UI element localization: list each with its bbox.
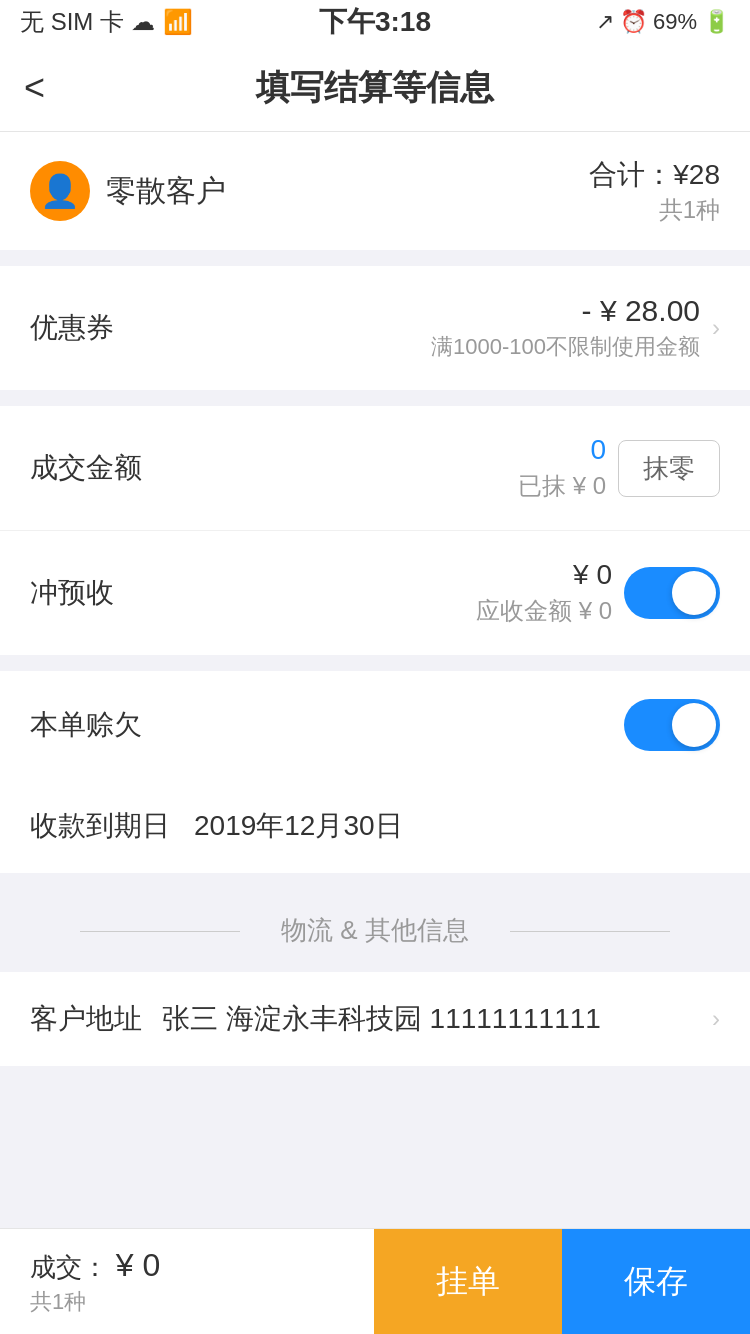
debit-toggle[interactable] [624,699,720,751]
pre-receive-values: ¥ 0 应收金额 ¥ 0 [476,559,612,627]
debit-right [624,699,720,751]
pre-receive-value: ¥ 0 [476,559,612,591]
due-date-label: 收款到期日 [30,807,170,845]
toggle-knob [672,571,716,615]
customer-name: 零散客户 [106,171,226,212]
address-section: 客户地址 张三 海淀永丰科技园 11111111111 › [0,972,750,1066]
pre-receive-right: ¥ 0 应收金额 ¥ 0 [476,559,720,627]
debit-section: 本单赊欠 收款到期日 2019年12月30日 [0,671,750,873]
customer-amount: 合计：¥28 [589,156,720,194]
status-left: 无 SIM 卡 ☁ 📶 [20,6,193,38]
deal-amount-label: 成交金额 [30,449,142,487]
deal-section: 成交金额 0 已抹 ¥ 0 抹零 冲预收 ¥ 0 应收金额 ¥ 0 [0,406,750,655]
coupon-label: 优惠券 [30,309,114,347]
status-right: ↗ ⏰ 69% 🔋 [596,9,730,35]
due-date-value: 2019年12月30日 [194,807,403,845]
round-zero-button[interactable]: 抹零 [618,440,720,497]
debit-toggle-knob [672,703,716,747]
logistics-header: 物流 & 其他信息 [0,889,750,972]
bottom-amount: ¥ 0 [116,1247,160,1283]
debit-label: 本单赊欠 [30,706,142,744]
status-bar: 无 SIM 卡 ☁ 📶 下午3:18 ↗ ⏰ 69% 🔋 [0,0,750,44]
bottom-deal-label: 成交： [30,1252,108,1282]
bottom-count: 共1种 [30,1287,344,1317]
deal-amount-row: 成交金额 0 已抹 ¥ 0 抹零 [0,406,750,530]
customer-avatar: 👤 [30,161,90,221]
wifi-icon: 📶 [163,8,193,36]
coupon-row[interactable]: 优惠券 - ¥ 28.00 满1000-100不限制使用金额 › [0,266,750,390]
coupon-desc: 满1000-100不限制使用金额 [431,332,700,362]
customer-row[interactable]: 👤 零散客户 合计：¥28 共1种 [0,132,750,250]
chevron-icon: › [712,314,720,342]
bottom-bar: 成交： ¥ 0 共1种 挂单 保存 [0,1228,750,1334]
bottom-info: 成交： ¥ 0 共1种 [0,1247,374,1317]
coupon-amount: - ¥ 28.00 [431,294,700,328]
customer-left: 👤 零散客户 [30,161,226,221]
nav-bar: < 填写结算等信息 [0,44,750,132]
bottom-deal-row: 成交： ¥ 0 [30,1247,344,1285]
battery-text: 69% [653,9,697,35]
battery-icon: 🔋 [703,9,730,35]
customer-total: 合计：¥28 共1种 [589,156,720,226]
deal-amount-right: 0 已抹 ¥ 0 抹零 [518,434,720,502]
coupon-section: 优惠券 - ¥ 28.00 满1000-100不限制使用金额 › [0,266,750,390]
coupon-value-container: - ¥ 28.00 满1000-100不限制使用金额 [431,294,700,362]
address-label: 客户地址 [30,1000,142,1038]
content: 👤 零散客户 合计：¥28 共1种 优惠券 - ¥ 28.00 满1000-10… [0,132,750,1202]
pre-receive-toggle[interactable] [624,567,720,619]
address-row[interactable]: 客户地址 张三 海淀永丰科技园 11111111111 › [0,972,750,1066]
address-chevron-icon: › [712,1005,720,1033]
deal-amount-value: 0 [518,434,606,466]
customer-section: 👤 零散客户 合计：¥28 共1种 [0,132,750,250]
address-value: 张三 海淀永丰科技园 11111111111 [162,1000,712,1038]
alarm-icon: ⏰ [620,9,647,35]
page-title: 填写结算等信息 [256,65,494,111]
debit-row: 本单赊欠 [0,671,750,779]
sim-status: 无 SIM 卡 ☁ [20,6,155,38]
save-button[interactable]: 保存 [562,1229,750,1335]
deal-amount-sub: 已抹 ¥ 0 [518,470,606,502]
due-date-row[interactable]: 收款到期日 2019年12月30日 [0,779,750,873]
customer-count: 共1种 [589,194,720,226]
back-button[interactable]: < [24,67,45,109]
pre-receive-label: 冲预收 [30,574,114,612]
status-time: 下午3:18 [319,3,431,41]
hold-button[interactable]: 挂单 [374,1229,562,1335]
pre-receive-row: 冲预收 ¥ 0 应收金额 ¥ 0 [0,530,750,655]
pre-receive-sub: 应收金额 ¥ 0 [476,595,612,627]
person-icon: 👤 [40,172,80,210]
location-icon: ↗ [596,9,614,35]
logistics-label: 物流 & 其他信息 [261,915,489,945]
coupon-right: - ¥ 28.00 满1000-100不限制使用金额 › [431,294,720,362]
deal-amount-values: 0 已抹 ¥ 0 [518,434,606,502]
